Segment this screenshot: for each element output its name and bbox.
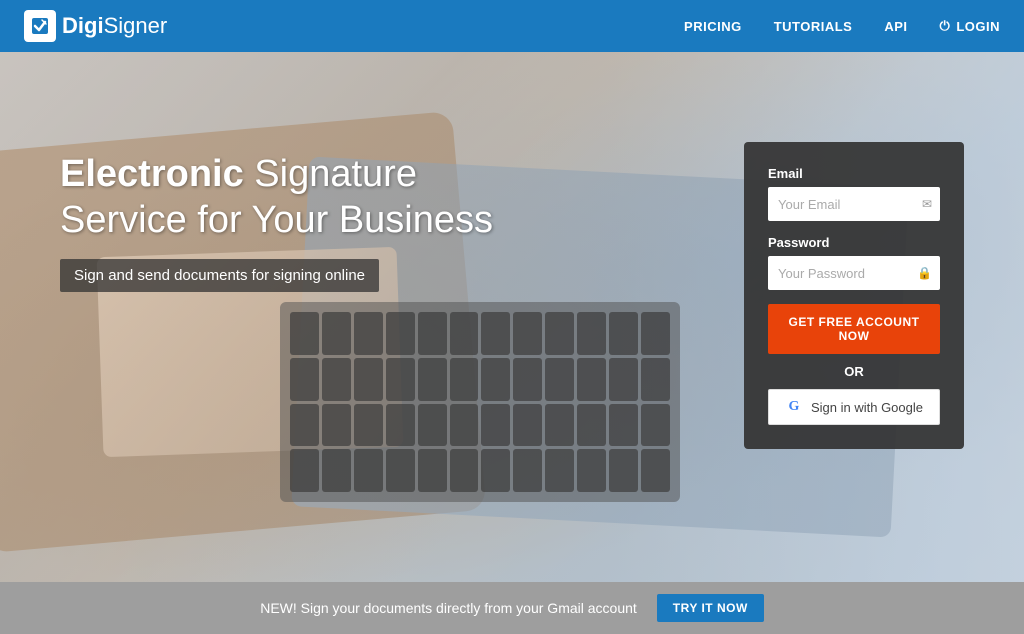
- lock-icon: 🔒: [917, 266, 932, 280]
- banner-text: NEW! Sign your documents directly from y…: [260, 600, 637, 616]
- nav: PRICING TUTORIALS API ⏻ LOGIN: [684, 18, 1000, 34]
- logo-text: DigiSigner: [62, 13, 167, 39]
- google-icon: G: [785, 398, 803, 416]
- logo-icon: [24, 10, 56, 42]
- nav-api[interactable]: API: [884, 19, 907, 34]
- signup-button[interactable]: GET FREE ACCOUNT NOW: [768, 304, 940, 354]
- email-input-wrap: ✉: [768, 187, 940, 221]
- hero-content: Electronic Signature Service for Your Bu…: [0, 52, 1024, 582]
- email-label: Email: [768, 166, 940, 181]
- password-label: Password: [768, 235, 940, 250]
- email-input[interactable]: [768, 187, 940, 221]
- header: DigiSigner PRICING TUTORIALS API ⏻ LOGIN: [0, 0, 1024, 52]
- logo[interactable]: DigiSigner: [24, 10, 167, 42]
- nav-pricing[interactable]: PRICING: [684, 19, 742, 34]
- try-it-now-button[interactable]: TRY IT NOW: [657, 594, 764, 622]
- google-signin-button[interactable]: G Sign in with Google: [768, 389, 940, 425]
- hero-title: Electronic Signature Service for Your Bu…: [60, 152, 540, 243]
- hero-subtitle: Sign and send documents for signing onli…: [60, 259, 379, 292]
- google-signin-label: Sign in with Google: [811, 400, 923, 415]
- or-divider: OR: [768, 364, 940, 379]
- hero-left: Electronic Signature Service for Your Bu…: [60, 152, 540, 292]
- hero-section: Electronic Signature Service for Your Bu…: [0, 52, 1024, 582]
- password-input-wrap: 🔒: [768, 256, 940, 290]
- email-icon: ✉: [922, 197, 932, 211]
- nav-tutorials[interactable]: TUTORIALS: [774, 19, 853, 34]
- power-icon: ⏻: [940, 18, 951, 34]
- nav-login[interactable]: ⏻ LOGIN: [940, 18, 1000, 34]
- password-input[interactable]: [768, 256, 940, 290]
- signup-form: Email ✉ Password 🔒 GET FREE ACCOUNT NOW …: [744, 142, 964, 449]
- bottom-banner: NEW! Sign your documents directly from y…: [0, 582, 1024, 634]
